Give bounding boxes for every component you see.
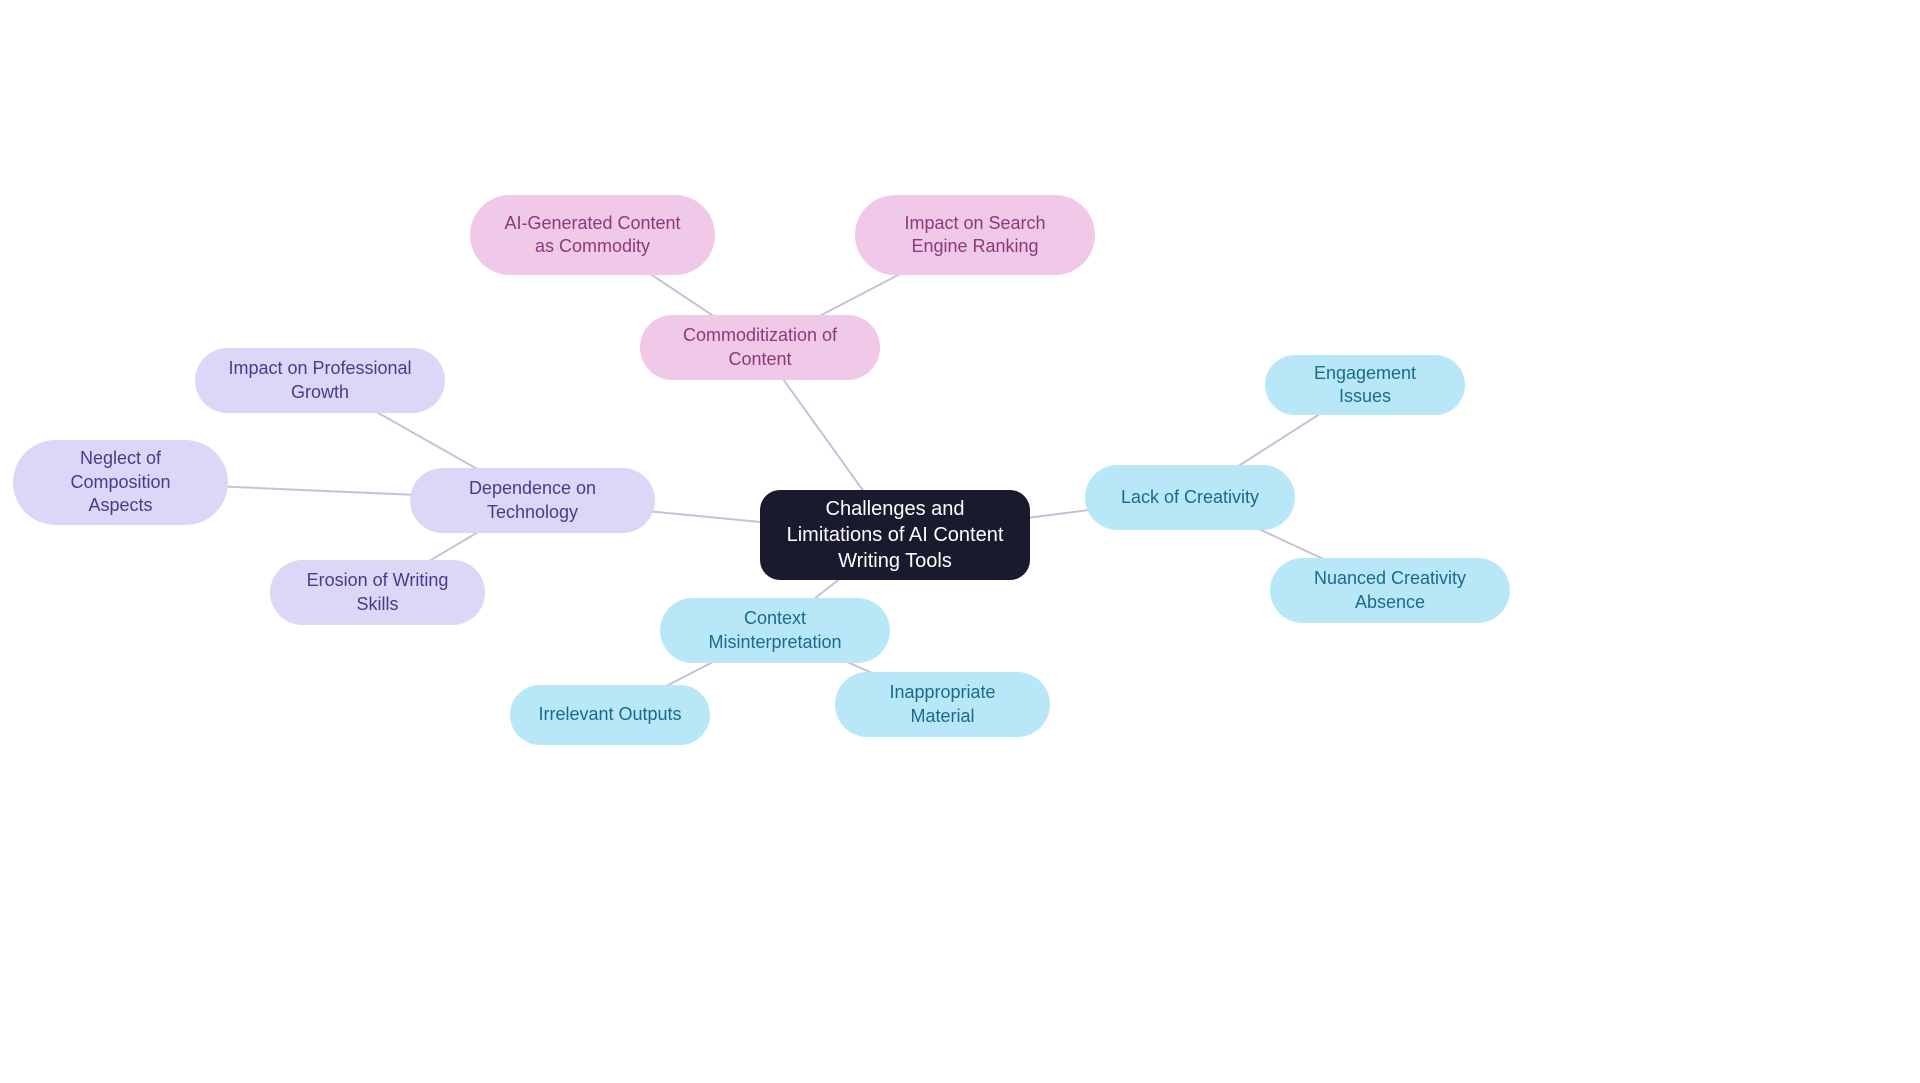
engagement-node: Engagement Issues <box>1265 355 1465 415</box>
erosion-node: Erosion of Writing Skills <box>270 560 485 625</box>
inappropriate-node: Inappropriate Material <box>835 672 1050 737</box>
professional-growth-node: Impact on Professional Growth <box>195 348 445 413</box>
search-ranking-node: Impact on Search Engine Ranking <box>855 195 1095 275</box>
dependence-node: Dependence on Technology <box>410 468 655 533</box>
commoditization-node: Commoditization of Content <box>640 315 880 380</box>
lack-creativity-node: Lack of Creativity <box>1085 465 1295 530</box>
nuanced-node: Nuanced Creativity Absence <box>1270 558 1510 623</box>
context-node: Context Misinterpretation <box>660 598 890 663</box>
irrelevant-node: Irrelevant Outputs <box>510 685 710 745</box>
ai-commodity-node: AI-Generated Content as Commodity <box>470 195 715 275</box>
neglect-node: Neglect of Composition Aspects <box>13 440 228 525</box>
center-node: Challenges and Limitations of AI Content… <box>760 490 1030 580</box>
